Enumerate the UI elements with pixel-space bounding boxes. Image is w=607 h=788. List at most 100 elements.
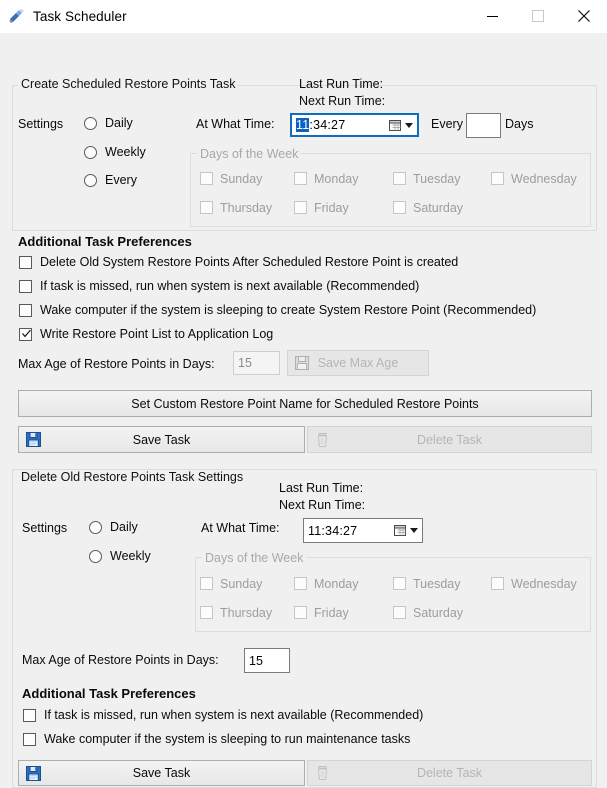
checkbox-sunday-bottom[interactable] (200, 577, 213, 590)
radio-daily-label-top: Daily (105, 116, 133, 130)
radio-every-top[interactable] (84, 174, 97, 187)
delete-task-button-top[interactable]: Delete Task (307, 426, 592, 453)
checkbox-wednesday-bottom[interactable] (491, 577, 504, 590)
set-custom-name-label: Set Custom Restore Point Name for Schedu… (131, 396, 479, 411)
time-picker-bottom[interactable]: 11:34:27 (303, 518, 423, 543)
checkbox-sunday-label-bottom: Sunday (220, 577, 263, 591)
window-controls (469, 0, 607, 32)
checkbox-task-missed-label-bottom: If task is missed, run when system is ne… (44, 708, 424, 722)
at-what-time-label-bottom: At What Time: (201, 521, 280, 535)
checkbox-monday-label-bottom: Monday (314, 577, 359, 591)
checkbox-sunday-label-top: Sunday (220, 172, 263, 186)
radio-weekly-label-top: Weekly (105, 145, 146, 159)
days-of-week-heading-top: Days of the Week (197, 147, 302, 161)
create-task-heading: Create Scheduled Restore Points Task (18, 77, 239, 91)
radio-every-label-top: Every (105, 173, 137, 187)
time-picker-dropdown-bottom[interactable] (394, 524, 418, 537)
close-button[interactable] (561, 0, 607, 32)
delete-task-label-top: Delete Task (416, 432, 483, 447)
time-picker-selected-part-top: 11 (296, 118, 310, 132)
checkbox-task-missed-top[interactable] (19, 280, 32, 293)
radio-weekly-bottom[interactable] (89, 550, 102, 563)
max-age-value-bottom: 15 (249, 653, 263, 668)
task-scheduler-icon (9, 8, 25, 24)
checkbox-wednesday-top[interactable] (491, 172, 504, 185)
window-title: Task Scheduler (33, 8, 127, 24)
save-task-button-bottom[interactable]: Save Task (18, 760, 305, 786)
save-max-age-label: Save Max Age (317, 356, 399, 370)
at-what-time-label-top: At What Time: (196, 117, 275, 131)
settings-label-top: Settings (18, 117, 64, 131)
radio-weekly-top[interactable] (84, 146, 97, 159)
set-custom-name-button[interactable]: Set Custom Restore Point Name for Schedu… (18, 390, 592, 417)
checkbox-tuesday-label-bottom: Tuesday (413, 577, 461, 591)
checkbox-thursday-top[interactable] (200, 201, 213, 214)
checkbox-friday-label-top: Friday (314, 201, 349, 215)
radio-daily-top[interactable] (84, 117, 97, 130)
checkbox-wednesday-label-top: Wednesday (511, 172, 577, 186)
additional-prefs-heading-top: Additional Task Preferences (18, 234, 192, 249)
checkbox-friday-top[interactable] (294, 201, 307, 214)
save-task-label-top: Save Task (132, 432, 191, 447)
chevron-down-icon (410, 528, 418, 533)
checkbox-thursday-label-bottom: Thursday (220, 606, 273, 620)
checkbox-monday-bottom[interactable] (294, 577, 307, 590)
floppy-disk-icon (25, 765, 41, 781)
trash-can-icon (314, 765, 330, 781)
calendar-icon (389, 119, 401, 131)
every-days-input[interactable] (466, 113, 501, 138)
time-picker-value-top: 11:34:27 (292, 118, 345, 132)
radio-daily-label-bottom: Daily (110, 520, 138, 534)
time-picker-rest-top: :34:27 (309, 118, 346, 132)
days-of-week-panel-top (190, 153, 591, 227)
checkbox-saturday-label-bottom: Saturday (413, 606, 464, 620)
settings-label-bottom: Settings (22, 521, 68, 535)
close-icon (578, 10, 590, 22)
checkbox-sunday-top[interactable] (200, 172, 213, 185)
maximize-button[interactable] (515, 0, 561, 32)
chevron-down-icon (405, 122, 413, 128)
checkbox-thursday-bottom[interactable] (200, 606, 213, 619)
checkbox-friday-bottom[interactable] (294, 606, 307, 619)
floppy-disk-icon (294, 355, 310, 371)
checkbox-tuesday-bottom[interactable] (393, 577, 406, 590)
days-of-week-panel-bottom (195, 557, 591, 632)
next-run-time-label-top: Next Run Time: (299, 94, 386, 108)
title-bar: Task Scheduler (0, 0, 607, 33)
checkbox-wednesday-label-bottom: Wednesday (511, 577, 577, 591)
days-of-week-heading-bottom: Days of the Week (202, 551, 307, 565)
checkbox-delete-old-points[interactable] (19, 256, 32, 269)
minimize-icon (486, 15, 498, 17)
last-run-time-label-top: Last Run Time: (299, 77, 384, 91)
checkbox-tuesday-label-top: Tuesday (413, 172, 461, 186)
checkbox-wake-computer-bottom[interactable] (23, 733, 36, 746)
checkbox-thursday-label-top: Thursday (220, 201, 273, 215)
save-max-age-button[interactable]: Save Max Age (287, 350, 429, 376)
max-age-input-bottom[interactable]: 15 (244, 648, 290, 673)
checkbox-saturday-top[interactable] (393, 201, 406, 214)
time-picker-dropdown-top[interactable] (389, 119, 413, 132)
checkbox-write-log[interactable] (19, 328, 32, 341)
checkbox-wake-computer-top[interactable] (19, 304, 32, 317)
max-age-label-top: Max Age of Restore Points in Days: (18, 357, 215, 371)
every-label-top: Every (431, 117, 463, 131)
checkbox-task-missed-bottom[interactable] (23, 709, 36, 722)
save-task-button-top[interactable]: Save Task (18, 426, 305, 453)
delete-task-heading: Delete Old Restore Points Task Settings (18, 470, 247, 484)
checkbox-saturday-bottom[interactable] (393, 606, 406, 619)
client-area: Create Scheduled Restore Points Task Las… (0, 33, 607, 788)
delete-task-button-bottom[interactable]: Delete Task (307, 760, 592, 786)
max-age-input-top[interactable]: 15 (233, 351, 280, 375)
checkbox-saturday-label-top: Saturday (413, 201, 464, 215)
max-age-value-top: 15 (238, 356, 252, 370)
radio-weekly-label-bottom: Weekly (110, 549, 151, 563)
time-picker-top[interactable]: 11:34:27 (290, 113, 419, 137)
time-picker-value-bottom: 11:34:27 (308, 523, 358, 538)
last-run-time-label-bottom: Last Run Time: (279, 481, 364, 495)
checkbox-monday-top[interactable] (294, 172, 307, 185)
checkbox-wake-computer-label-top: Wake computer if the system is sleeping … (40, 303, 537, 317)
max-age-label-bottom: Max Age of Restore Points in Days: (22, 653, 219, 667)
radio-daily-bottom[interactable] (89, 521, 102, 534)
checkbox-tuesday-top[interactable] (393, 172, 406, 185)
minimize-button[interactable] (469, 0, 515, 32)
